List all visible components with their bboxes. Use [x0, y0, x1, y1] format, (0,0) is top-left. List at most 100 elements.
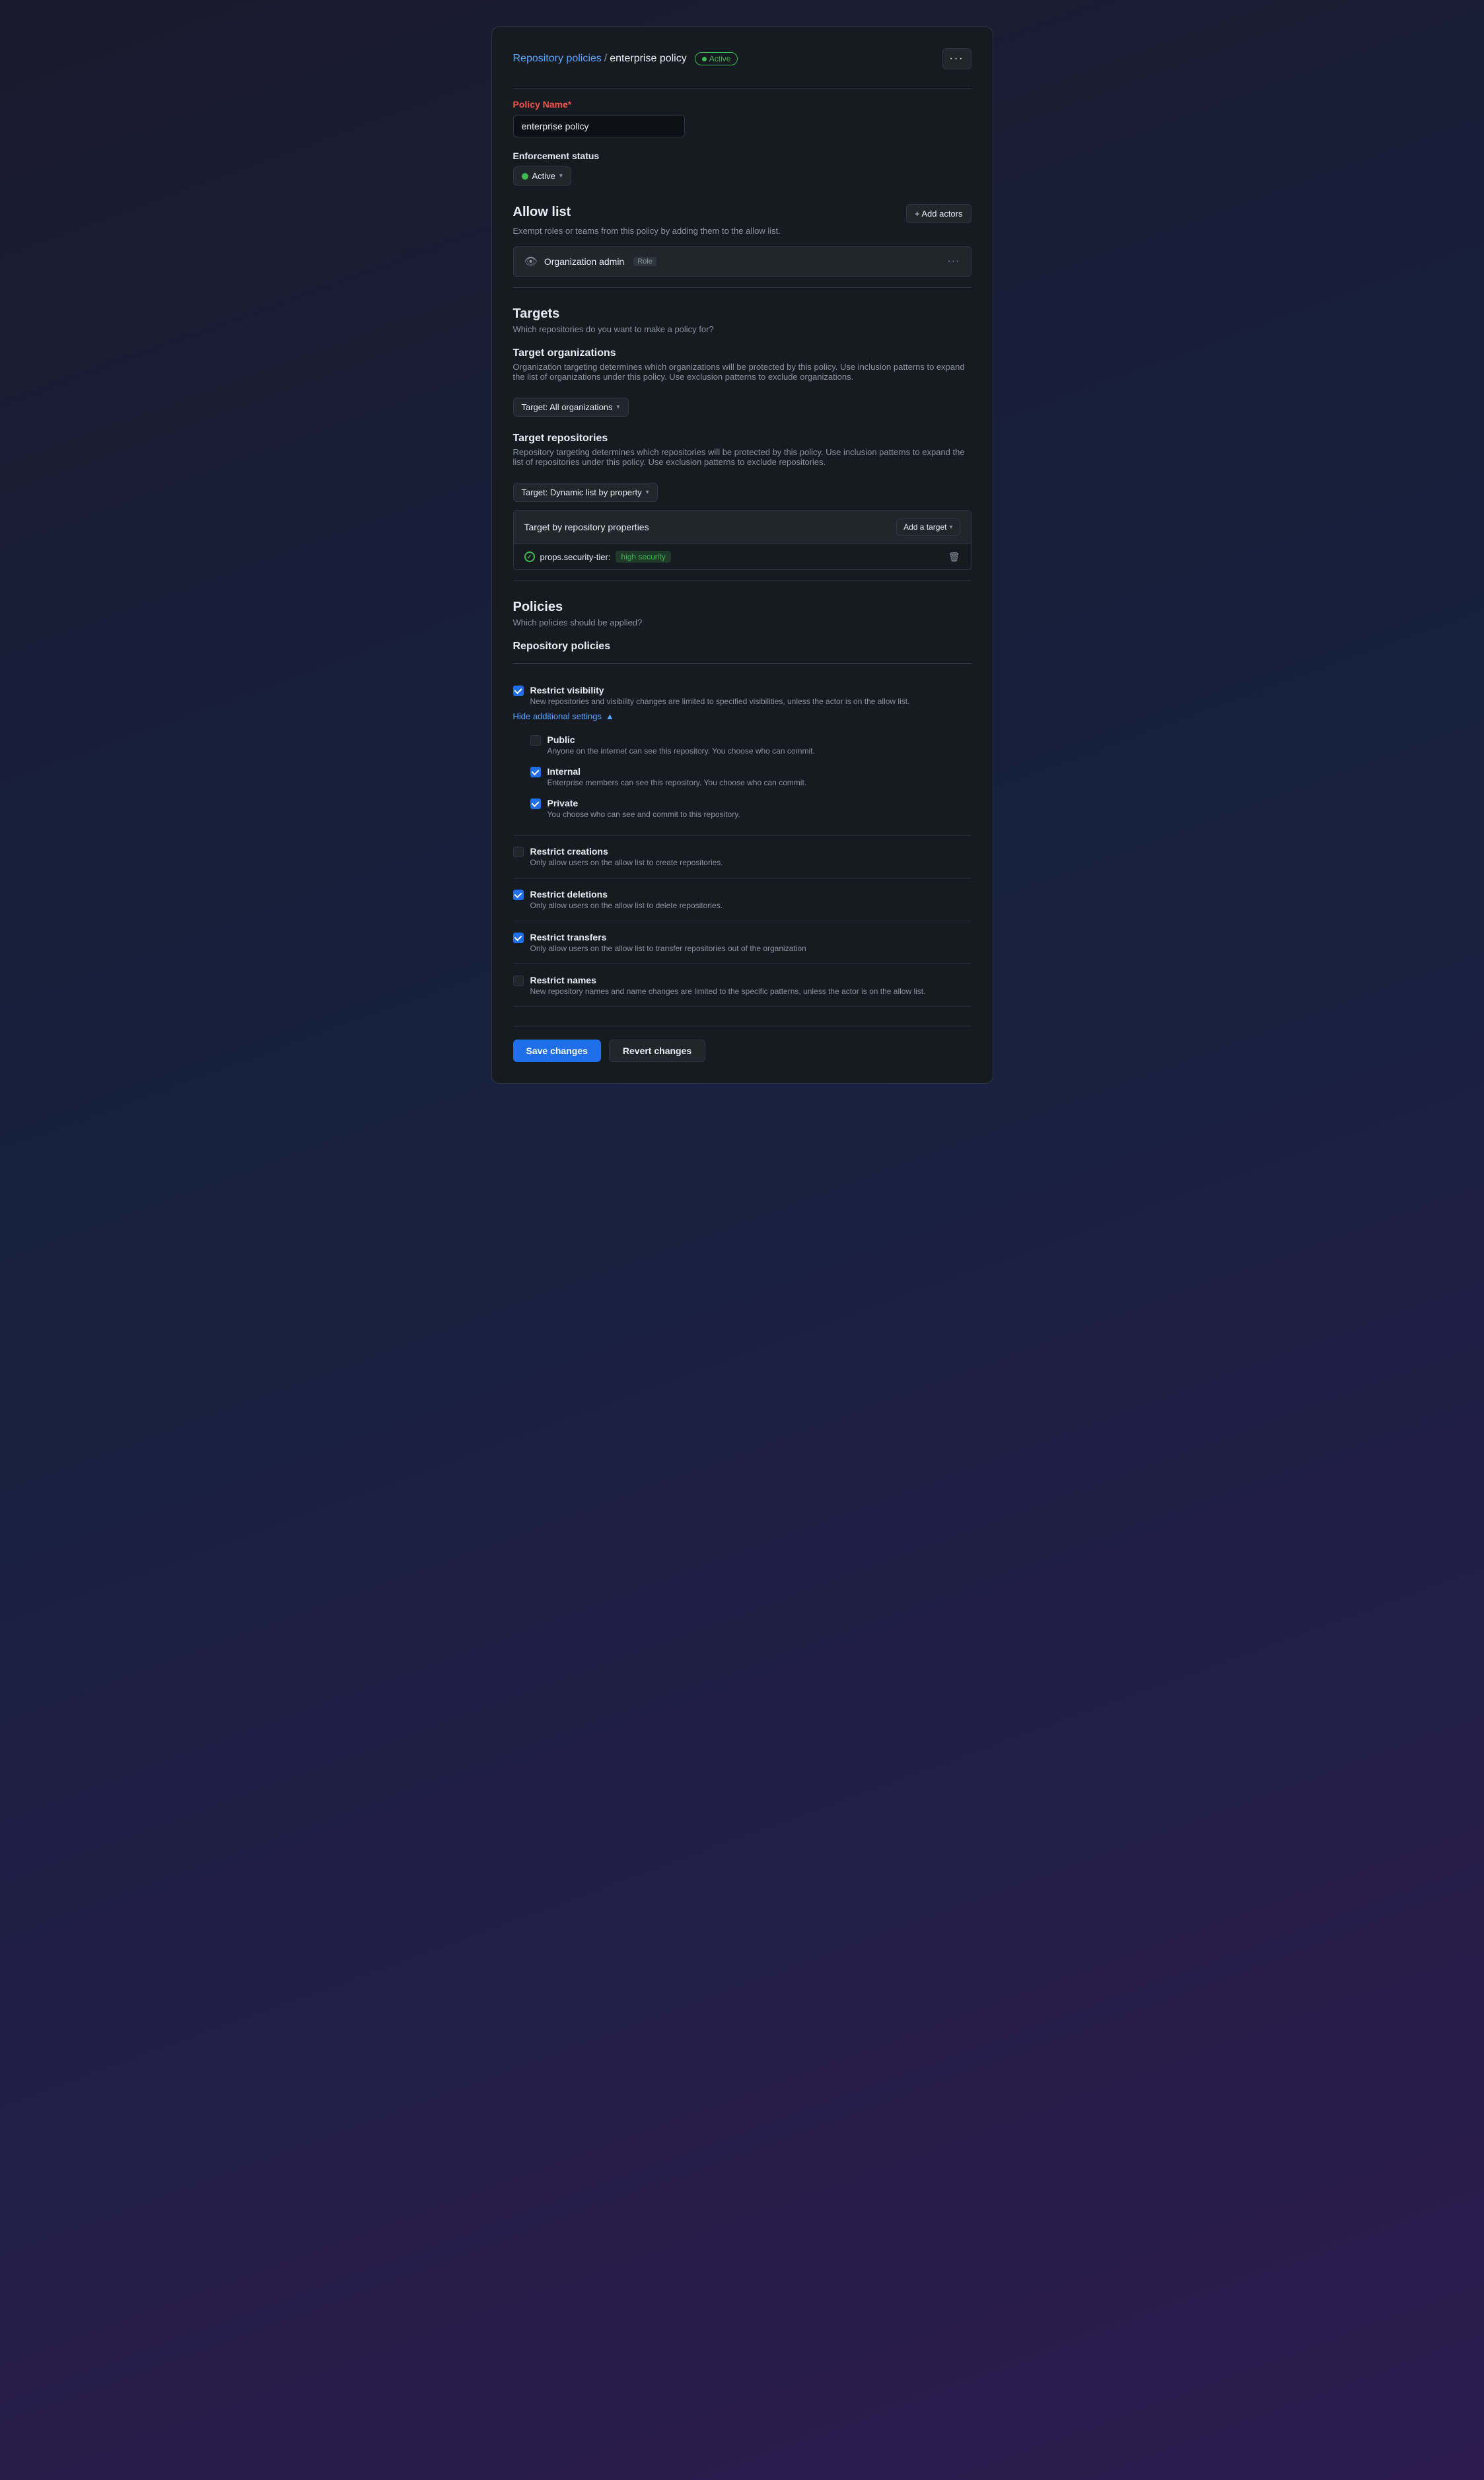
status-label: Active	[532, 171, 555, 181]
breadcrumb: Repository policies / enterprise policy …	[513, 52, 738, 65]
sub-option-main-public: Public Anyone on the internet can see th…	[530, 734, 972, 756]
targets-title: Targets	[513, 306, 972, 322]
restrict-names-desc: New repository names and name changes ar…	[530, 987, 972, 996]
policy-main-restrict-creations: Restrict creations Only allow users on t…	[513, 846, 972, 867]
allow-list-description: Exempt roles or teams from this policy b…	[513, 226, 972, 236]
property-value: high security	[616, 551, 670, 563]
policies-description: Which policies should be applied?	[513, 618, 972, 627]
section-divider-1	[513, 287, 972, 288]
save-button[interactable]: Save changes	[513, 1040, 601, 1062]
breadcrumb-separator: /	[604, 53, 607, 65]
sub-option-private: Private You choose who can see and commi…	[530, 793, 972, 824]
enforcement-section: Enforcement status Active ▾	[513, 151, 972, 186]
sub-option-internal: Internal Enterprise members can see this…	[530, 761, 972, 793]
enforcement-label: Enforcement status	[513, 151, 972, 161]
footer-buttons: Save changes Revert changes	[513, 1026, 972, 1062]
public-desc: Anyone on the internet can see this repo…	[548, 746, 815, 756]
sub-option-content-internal: Internal Enterprise members can see this…	[548, 766, 807, 787]
visibility-sub-options: Public Anyone on the internet can see th…	[513, 729, 972, 824]
property-info: props.security-tier: high security	[524, 551, 671, 563]
hide-settings-toggle[interactable]: Hide additional settings ▲	[513, 711, 614, 721]
eye-icon: 👁	[524, 255, 538, 268]
restrict-transfers-checkbox[interactable]	[513, 933, 524, 943]
breadcrumb-link[interactable]: Repository policies	[513, 53, 602, 65]
add-actors-button[interactable]: + Add actors	[906, 204, 972, 223]
restrict-names-name: Restrict names	[530, 975, 972, 985]
restrict-creations-name: Restrict creations	[530, 846, 972, 857]
actor-name: Organization admin	[544, 256, 624, 267]
chevron-down-icon: ▾	[559, 172, 563, 180]
actor-role-badge: Role	[633, 257, 656, 266]
repo-policies-subtitle: Repository policies	[513, 641, 972, 653]
sub-option-main-internal: Internal Enterprise members can see this…	[530, 766, 972, 787]
menu-button[interactable]: ···	[942, 48, 972, 69]
restrict-deletions-desc: Only allow users on the allow list to de…	[530, 901, 972, 910]
target-orgs-title: Target organizations	[513, 347, 972, 359]
chevron-down-icon: ▾	[646, 489, 649, 496]
target-orgs-desc: Organization targeting determines which …	[513, 362, 972, 382]
target-orgs-label: Target: All organizations	[522, 402, 613, 412]
restrict-transfers-desc: Only allow users on the allow list to tr…	[530, 944, 972, 953]
internal-checkbox[interactable]	[530, 767, 541, 777]
restrict-creations-checkbox[interactable]	[513, 847, 524, 857]
policy-item-restrict-transfers: Restrict transfers Only allow users on t…	[513, 921, 972, 964]
add-target-button[interactable]: Add a target ▾	[896, 518, 960, 536]
allow-list-header: Allow list + Add actors	[513, 204, 972, 223]
policy-main-restrict-deletions: Restrict deletions Only allow users on t…	[513, 889, 972, 910]
private-name: Private	[548, 798, 740, 808]
policy-item-restrict-visibility: Restrict visibility New repositories and…	[513, 674, 972, 835]
target-orgs-dropdown[interactable]: Target: All organizations ▾	[513, 398, 629, 417]
policy-item-restrict-names: Restrict names New repository names and …	[513, 964, 972, 1007]
sub-option-content-private: Private You choose who can see and commi…	[548, 798, 740, 819]
revert-button[interactable]: Revert changes	[609, 1040, 705, 1062]
policy-content-restrict-names: Restrict names New repository names and …	[530, 975, 972, 996]
restrict-deletions-name: Restrict deletions	[530, 889, 972, 900]
policy-name-input[interactable]	[513, 115, 685, 137]
restrict-visibility-name: Restrict visibility	[530, 685, 972, 695]
restrict-transfers-name: Restrict transfers	[530, 932, 972, 942]
chevron-down-icon: ▾	[617, 404, 620, 411]
add-target-label: Add a target	[903, 522, 946, 532]
target-box-header: Target by repository properties Add a ta…	[514, 511, 971, 544]
private-desc: You choose who can see and commit to thi…	[548, 810, 740, 819]
policy-content-restrict-deletions: Restrict deletions Only allow users on t…	[530, 889, 972, 910]
policy-content-restrict-transfers: Restrict transfers Only allow users on t…	[530, 932, 972, 953]
policy-content-restrict-visibility: Restrict visibility New repositories and…	[530, 685, 972, 706]
policy-name-label: Policy Name*	[513, 99, 972, 110]
policy-name-section: Policy Name*	[513, 99, 972, 137]
property-check-icon	[524, 551, 535, 562]
targets-description: Which repositories do you want to make a…	[513, 324, 972, 334]
internal-name: Internal	[548, 766, 807, 777]
sub-option-public: Public Anyone on the internet can see th…	[530, 729, 972, 761]
restrict-names-checkbox[interactable]	[513, 975, 524, 986]
actor-menu-button[interactable]: ···	[948, 256, 960, 267]
page-header: Repository policies / enterprise policy …	[513, 48, 972, 69]
actor-info: 👁 Organization admin Role	[524, 255, 656, 268]
internal-desc: Enterprise members can see this reposito…	[548, 778, 807, 787]
target-repos-dropdown[interactable]: Target: Dynamic list by property ▾	[513, 483, 658, 502]
actor-row: 👁 Organization admin Role ···	[513, 246, 972, 277]
policies-title: Policies	[513, 600, 972, 615]
property-row: props.security-tier: high security 🗑	[514, 544, 971, 569]
hide-settings-label: Hide additional settings	[513, 711, 602, 721]
restrict-deletions-checkbox[interactable]	[513, 890, 524, 900]
private-checkbox[interactable]	[530, 798, 541, 809]
delete-property-button[interactable]: 🗑	[948, 551, 960, 563]
policies-divider	[513, 663, 972, 664]
restrict-visibility-desc: New repositories and visibility changes …	[530, 697, 972, 706]
target-box-title: Target by repository properties	[524, 522, 649, 532]
public-name: Public	[548, 734, 815, 745]
target-property-box: Target by repository properties Add a ta…	[513, 510, 972, 570]
policy-main-restrict-names: Restrict names New repository names and …	[513, 975, 972, 996]
restrict-visibility-checkbox[interactable]	[513, 686, 524, 696]
target-repos-desc: Repository targeting determines which re…	[513, 447, 972, 467]
status-dot	[522, 173, 528, 180]
policy-main-restrict-transfers: Restrict transfers Only allow users on t…	[513, 932, 972, 953]
allow-list-title: Allow list	[513, 205, 571, 220]
enforcement-dropdown[interactable]: Active ▾	[513, 166, 571, 186]
public-checkbox[interactable]	[530, 735, 541, 746]
chevron-up-icon: ▲	[606, 711, 614, 721]
property-label: props.security-tier:	[540, 552, 611, 562]
header-divider	[513, 88, 972, 89]
restrict-creations-desc: Only allow users on the allow list to cr…	[530, 858, 972, 867]
